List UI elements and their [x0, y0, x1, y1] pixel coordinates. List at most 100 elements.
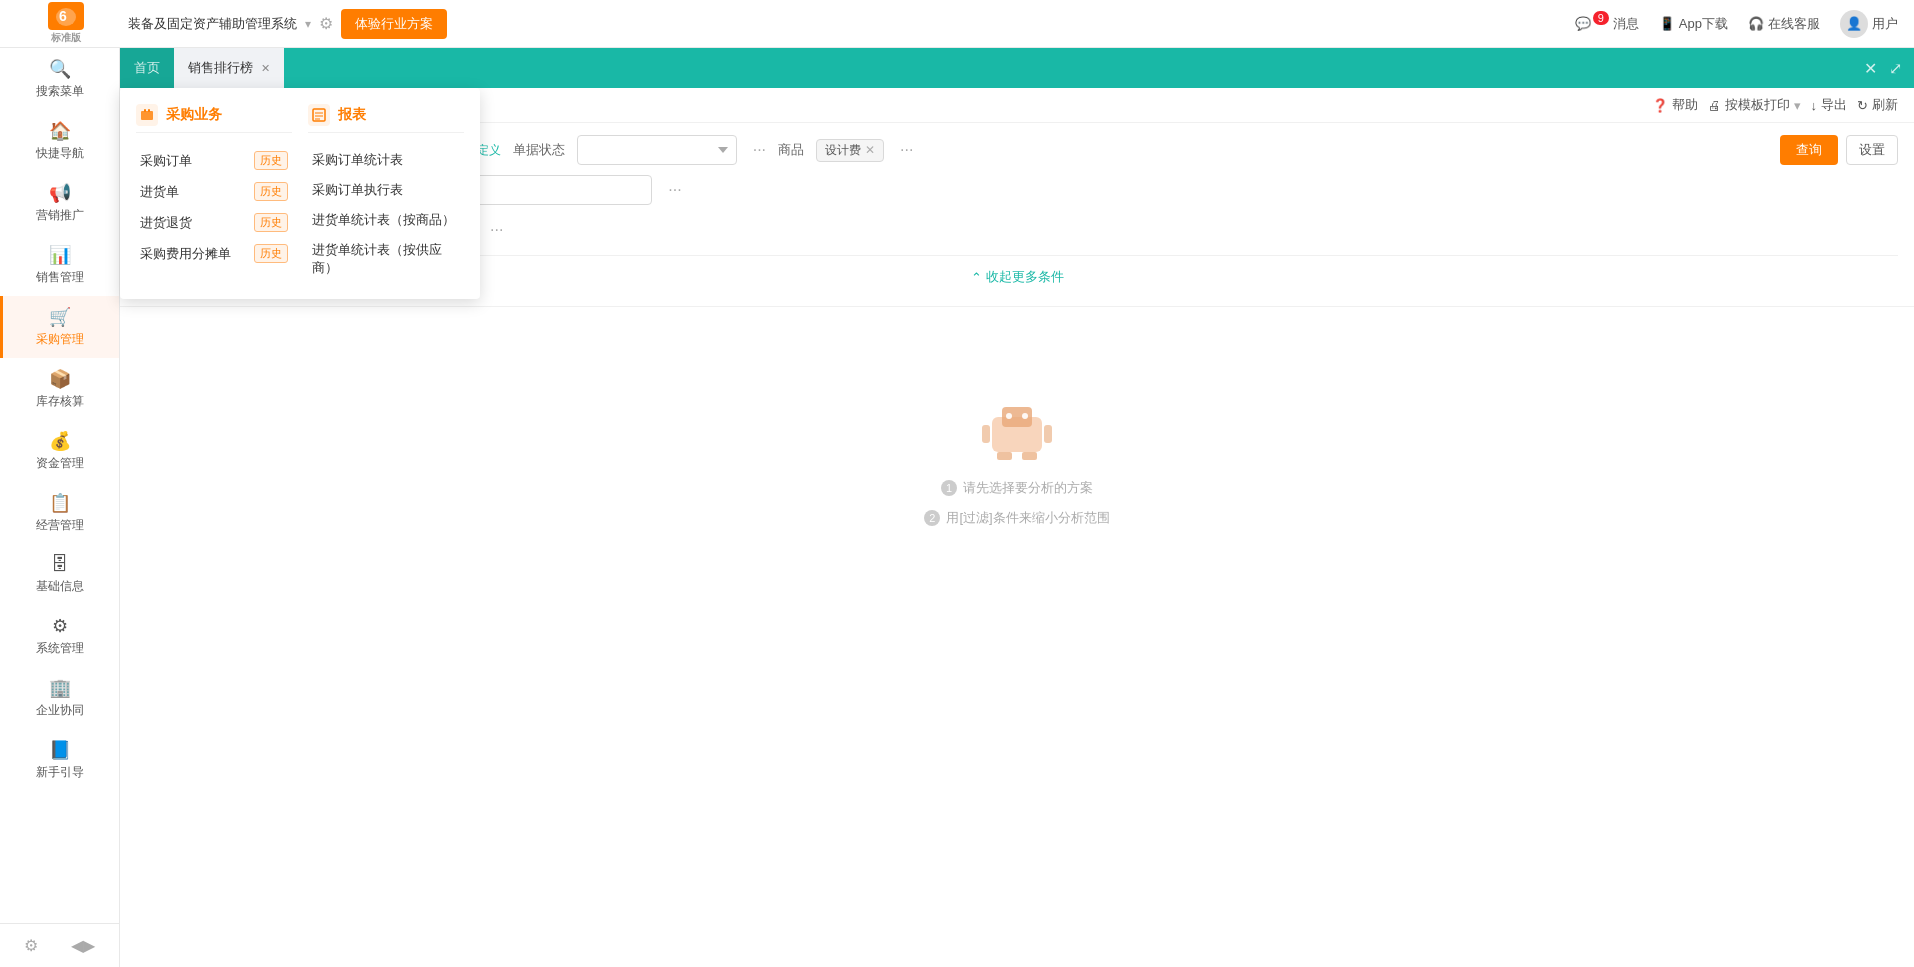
tab-close-icon[interactable]: ✕: [261, 62, 270, 75]
marketing-icon: 📢: [49, 182, 71, 204]
topbar-system: 装备及固定资产辅助管理系统 ▾ ⚙ 体验行业方案: [128, 9, 1575, 39]
sidebar-label-inventory: 库存核算: [36, 393, 84, 410]
settings-button[interactable]: 设置: [1846, 135, 1898, 165]
sidebar-item-basic[interactable]: 🗄 基础信息: [0, 544, 119, 605]
dropdown-item-report-order-stat[interactable]: 采购订单统计表: [308, 145, 464, 175]
industry-btn[interactable]: 体验行业方案: [341, 9, 447, 39]
user-btn[interactable]: 👤 用户: [1840, 10, 1898, 38]
help-btn[interactable]: ❓ 帮助: [1652, 96, 1698, 114]
message-badge: 9: [1593, 11, 1609, 25]
dropdown-item-report-order-exec[interactable]: 采购订单执行表: [308, 175, 464, 205]
tabbar: 首页 销售排行榜 ✕ ✕ ⤢: [120, 48, 1914, 88]
sidebar-item-operation[interactable]: 📋 经营管理: [0, 482, 119, 544]
empty-hint-2: 2 用[过滤]条件来缩小分析范围: [924, 509, 1109, 527]
expense-history: 历史: [254, 244, 288, 263]
message-icon: 💬: [1575, 16, 1591, 31]
sidebar-item-finance[interactable]: 💰 资金管理: [0, 420, 119, 482]
sidebar-label-purchase: 采购管理: [36, 331, 84, 348]
dropdown-item-report-incoming-supplier[interactable]: 进货单统计表（按供应商）: [308, 235, 464, 283]
sidebar-settings-btn[interactable]: ⚙: [24, 936, 38, 955]
hint1-text: 请先选择要分析的方案: [963, 479, 1093, 497]
topbar-right: 💬 9 消息 📱 App下载 🎧 在线客服 👤 用户: [1575, 10, 1898, 38]
sidebar-item-marketing[interactable]: 📢 营销推广: [0, 172, 119, 234]
system-name: 装备及固定资产辅助管理系统: [128, 15, 297, 33]
dropdown-item-incoming[interactable]: 进货单 历史: [136, 176, 292, 207]
sidebar-item-quick[interactable]: 🏠 快捷导航: [0, 110, 119, 172]
tab-home-label: 首页: [134, 59, 160, 77]
avatar-icon: 👤: [1846, 16, 1862, 31]
message-btn[interactable]: 💬 9 消息: [1575, 15, 1639, 33]
dropdown-item-purchase-order[interactable]: 采购订单 历史: [136, 145, 292, 176]
help-label: 帮助: [1672, 96, 1698, 114]
status-label: 单据状态: [513, 141, 565, 159]
report-order-stat-label: 采购订单统计表: [312, 151, 403, 169]
report-incoming-supplier-label: 进货单统计表（按供应商）: [312, 241, 460, 277]
dropdown-report-title: 报表: [308, 104, 464, 133]
svg-rect-7: [1022, 452, 1037, 460]
tab-sales-rank[interactable]: 销售排行榜 ✕: [174, 48, 284, 88]
hint2-num: 2: [924, 510, 940, 526]
salesman-input[interactable]: [452, 175, 652, 205]
sidebar-label-marketing: 营销推广: [36, 207, 84, 224]
tab-close-all-icon[interactable]: ✕: [1860, 55, 1881, 82]
sidebar-item-sales[interactable]: 📊 销售管理: [0, 234, 119, 296]
sidebar-label-system: 系统管理: [36, 640, 84, 657]
return-history: 历史: [254, 213, 288, 232]
sidebar-label-sales: 销售管理: [36, 269, 84, 286]
status-more-icon[interactable]: ···: [753, 141, 766, 159]
avatar: 👤: [1840, 10, 1868, 38]
sidebar-label-basic: 基础信息: [36, 578, 84, 595]
collapse-btn[interactable]: ⌃ 收起更多条件: [971, 260, 1064, 294]
finance-icon: 💰: [49, 430, 71, 452]
export-btn[interactable]: ↓ 导出: [1811, 96, 1848, 114]
user-label: 用户: [1872, 15, 1898, 33]
tab-fullscreen-icon[interactable]: ⤢: [1885, 55, 1906, 82]
headset-icon: 🎧: [1748, 16, 1764, 31]
refresh-btn[interactable]: ↻ 刷新: [1857, 96, 1898, 114]
customer-more-icon[interactable]: ···: [490, 221, 503, 239]
salesman-more-icon[interactable]: ···: [668, 181, 681, 199]
purchase-order-label: 采购订单: [140, 152, 192, 170]
dropdown-item-report-incoming-goods[interactable]: 进货单统计表（按商品）: [308, 205, 464, 235]
goods-tag-text: 设计费: [825, 142, 861, 159]
sidebar-item-corp[interactable]: 🏢 企业协同: [0, 667, 119, 729]
online-service-btn[interactable]: 🎧 在线客服: [1748, 15, 1820, 33]
print-btn[interactable]: 🖨 按模板打印 ▾: [1708, 96, 1801, 114]
system-arrow-icon[interactable]: ▾: [305, 17, 311, 31]
sidebar: 🔍 搜索菜单 🏠 快捷导航 📢 营销推广 📊 销售管理 🛒 采购管理 📦 库存核…: [0, 48, 120, 967]
sidebar-item-inventory[interactable]: 📦 库存核算: [0, 358, 119, 420]
sidebar-item-newbie[interactable]: 📘 新手引导: [0, 729, 119, 791]
print-label: 按模板打印: [1725, 96, 1790, 114]
print-icon: 🖨: [1708, 98, 1721, 113]
app-download-btn[interactable]: 📱 App下载: [1659, 15, 1728, 33]
sidebar-item-purchase[interactable]: 🛒 采购管理: [0, 296, 119, 358]
incoming-label: 进货单: [140, 183, 179, 201]
svg-rect-10: [141, 111, 153, 120]
goods-tag: 设计费 ✕: [816, 139, 884, 162]
tab-home[interactable]: 首页: [120, 48, 174, 88]
query-button[interactable]: 查询: [1780, 135, 1838, 165]
message-label: 消息: [1613, 15, 1639, 33]
sidebar-label-quick: 快捷导航: [36, 145, 84, 162]
dropdown-report-col: 报表 采购订单统计表 采购订单执行表 进货单统计表（按商品） 进货单统计表（按供…: [308, 104, 464, 283]
goods-more-icon[interactable]: ···: [900, 141, 913, 159]
svg-text:6: 6: [59, 8, 67, 24]
purchase-order-history: 历史: [254, 151, 288, 170]
status-select[interactable]: [577, 135, 737, 165]
goods-tag-close-icon[interactable]: ✕: [865, 143, 875, 157]
search-icon: 🔍: [49, 58, 71, 80]
home-icon: 🏠: [49, 120, 71, 142]
dropdown-item-expense[interactable]: 采购费用分摊单 历史: [136, 238, 292, 269]
report-col-icon: [308, 104, 330, 126]
export-icon: ↓: [1811, 98, 1818, 113]
tab-sales-rank-label: 销售排行榜: [188, 59, 253, 77]
sidebar-collapse-btn[interactable]: ◀▶: [71, 936, 95, 955]
sidebar-item-system[interactable]: ⚙ 系统管理: [0, 605, 119, 667]
sidebar-item-search[interactable]: 🔍 搜索菜单: [0, 48, 119, 110]
dropdown-item-return[interactable]: 进货退货 历史: [136, 207, 292, 238]
topbar: 6 标准版 装备及固定资产辅助管理系统 ▾ ⚙ 体验行业方案 💬 9 消息 📱 …: [0, 0, 1914, 48]
report-col-title-text: 报表: [338, 106, 366, 124]
empty-hint-1: 1 请先选择要分析的方案: [941, 479, 1093, 497]
settings-icon[interactable]: ⚙: [319, 14, 333, 33]
incoming-history: 历史: [254, 182, 288, 201]
